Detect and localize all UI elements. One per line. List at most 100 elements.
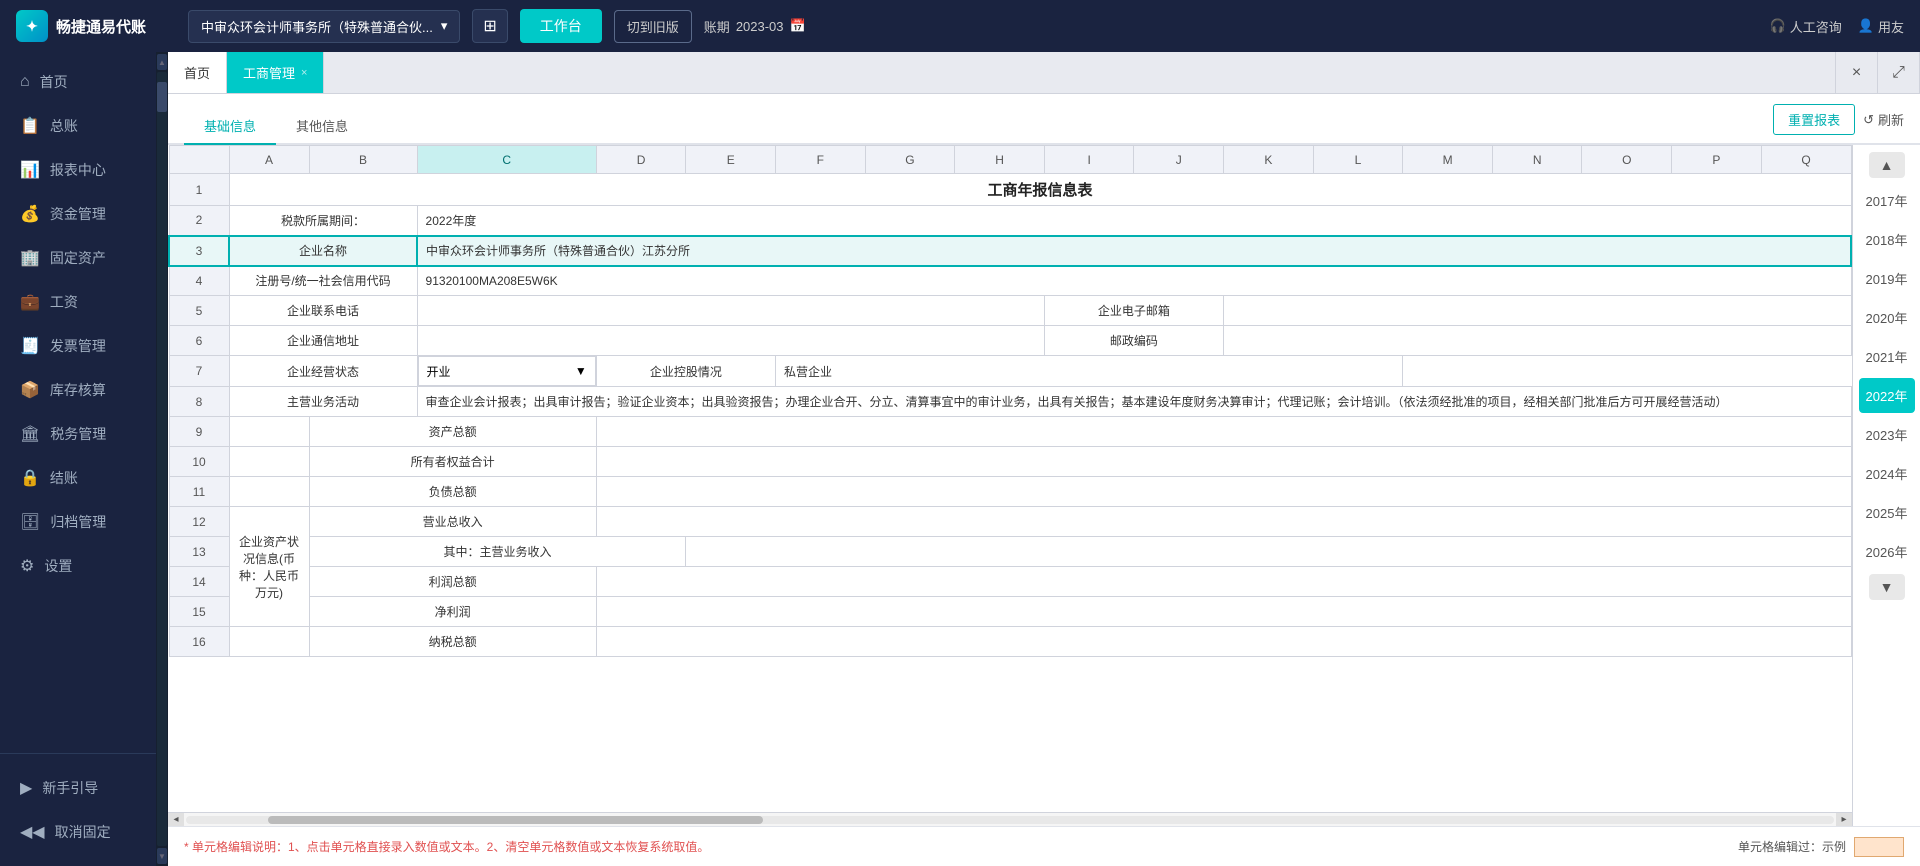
tab-close-btn[interactable]: ×: [301, 67, 307, 79]
sidebar-item-home[interactable]: ⌂ 首页: [0, 60, 168, 104]
cell-company-label[interactable]: 企业名称: [229, 236, 417, 266]
cell-email-value[interactable]: [1224, 296, 1851, 326]
cell-liability-label[interactable]: 负债总额: [309, 477, 596, 507]
cell-revenue-value[interactable]: [596, 507, 1851, 537]
sidebar-item-archive[interactable]: 🗄 归档管理: [0, 500, 168, 544]
company-icon-btn[interactable]: ⊞: [472, 9, 507, 43]
cell-netprofit-value[interactable]: [596, 597, 1851, 627]
cell-bizactivity-value[interactable]: 审查企业会计报表；出具审计报告；验证企业资本；出具验资报告；办理企业合开、分立、…: [417, 387, 1851, 417]
cell-period-label[interactable]: 税款所属期间：: [229, 206, 417, 236]
year-up-btn[interactable]: ▲: [1869, 152, 1905, 178]
scroll-left-btn[interactable]: ◂: [168, 813, 184, 827]
cell-assets-value[interactable]: [596, 417, 1851, 447]
report-title[interactable]: 工商年报信息表: [229, 174, 1851, 206]
cell-liability-value[interactable]: [596, 477, 1851, 507]
cell-16a[interactable]: [229, 627, 309, 657]
cell-profit-label[interactable]: 利润总额: [309, 567, 596, 597]
scroll-up-btn[interactable]: ▲: [157, 54, 167, 70]
year-item-2018[interactable]: 2018年: [1859, 222, 1915, 257]
scroll-right-btn[interactable]: ▸: [1836, 813, 1852, 827]
sidebar-item-asset[interactable]: 🏢 固定资产: [0, 236, 168, 280]
scroll-down-btn[interactable]: ▼: [157, 848, 167, 864]
sidebar-item-tax[interactable]: 🏛 税务管理: [0, 412, 168, 456]
tab-home[interactable]: 首页: [168, 52, 227, 93]
refresh-label: 刷新: [1878, 110, 1904, 129]
spreadsheet-container[interactable]: A B C D E F G H I J K L: [168, 145, 1852, 826]
year-item-2017[interactable]: 2017年: [1859, 183, 1915, 218]
row-num: 1: [169, 174, 229, 206]
cell-postcode-label[interactable]: 邮政编码: [1044, 326, 1223, 356]
year-item-2025[interactable]: 2025年: [1859, 495, 1915, 530]
sidebar-item-unpin[interactable]: ◀◀ 取消固定: [0, 810, 168, 854]
cell-regnum-value[interactable]: 91320100MA208E5W6K: [417, 266, 1851, 296]
tab-commerce[interactable]: 工商管理 ×: [227, 52, 324, 93]
cell-mainrev-value[interactable]: [686, 537, 1851, 567]
cell-equity-value[interactable]: [596, 447, 1851, 477]
year-item-2019[interactable]: 2019年: [1859, 261, 1915, 296]
col-header-o: O: [1582, 146, 1672, 174]
company-selector[interactable]: 中审众环会计师事务所（特殊普通合伙... ▾: [188, 10, 460, 43]
h-scrollbar[interactable]: ◂ ▸: [168, 812, 1852, 826]
cell-bizactivity-label[interactable]: 主营业务活动: [229, 387, 417, 417]
inner-page: 基础信息 其他信息 重置报表 ↺ 刷新: [168, 94, 1920, 866]
cell-11a[interactable]: [229, 477, 309, 507]
cell-phone-label[interactable]: 企业联系电话: [229, 296, 417, 326]
cell-9a[interactable]: [229, 417, 309, 447]
cell-email-label[interactable]: 企业电子邮箱: [1044, 296, 1223, 326]
cell-tax-label[interactable]: 纳税总额: [309, 627, 596, 657]
sidebar-item-close[interactable]: 🔒 结账: [0, 456, 168, 500]
sidebar-item-wage[interactable]: 💼 工资: [0, 280, 168, 324]
sidebar-item-settings[interactable]: ⚙ 设置: [0, 544, 168, 588]
cell-mainrev-label[interactable]: 其中：主营业务收入: [309, 537, 686, 567]
expand-window-btn[interactable]: ⤢: [1878, 52, 1920, 93]
user-service[interactable]: 🎧 人工咨询: [1770, 17, 1842, 36]
year-panel: ▲ 2017年 2018年 2019年 2020年 2021年 2022年 20…: [1852, 145, 1920, 826]
old-version-btn[interactable]: 切到旧版: [614, 10, 692, 43]
sidebar-item-report[interactable]: 📊 报表中心: [0, 148, 168, 192]
year-item-2021[interactable]: 2021年: [1859, 339, 1915, 374]
sidebar-item-fund[interactable]: 💰 资金管理: [0, 192, 168, 236]
close-window-btn[interactable]: ×: [1836, 52, 1878, 93]
cell-netprofit-label[interactable]: 净利润: [309, 597, 596, 627]
cell-period-value[interactable]: 2022年度: [417, 206, 1851, 236]
cell-bizstate-value[interactable]: 开业▼: [418, 356, 596, 386]
cell-address-label[interactable]: 企业通信地址: [229, 326, 417, 356]
scroll-track: [157, 72, 167, 846]
year-item-2026[interactable]: 2026年: [1859, 534, 1915, 569]
cell-financial-label[interactable]: 企业资产状况信息(币种：人民币万元): [229, 507, 309, 627]
settings-icon: ⚙: [20, 556, 34, 576]
sub-tab-other[interactable]: 其他信息: [276, 108, 368, 145]
cell-postcode-value[interactable]: [1224, 326, 1851, 356]
sidebar-item-newbie[interactable]: ▶ 新手引导: [0, 766, 168, 810]
reset-report-btn[interactable]: 重置报表: [1773, 104, 1855, 135]
cell-revenue-label[interactable]: 营业总收入: [309, 507, 596, 537]
sub-tab-basic[interactable]: 基础信息: [184, 108, 276, 145]
cell-tax-value[interactable]: [596, 627, 1851, 657]
table-row: 14 利润总额: [169, 567, 1851, 597]
calendar-icon[interactable]: 📅: [790, 18, 806, 34]
cell-10a[interactable]: [229, 447, 309, 477]
cell-profit-value[interactable]: [596, 567, 1851, 597]
year-down-btn[interactable]: ▼: [1869, 574, 1905, 600]
cell-assets-label[interactable]: 资产总额: [309, 417, 596, 447]
year-item-2022[interactable]: 2022年: [1859, 378, 1915, 413]
cell-phone-value[interactable]: [417, 296, 1044, 326]
refresh-btn[interactable]: ↺ 刷新: [1863, 110, 1904, 129]
cell-company-value[interactable]: 中审众环会计师事务所（特殊普通合伙）江苏分所: [417, 236, 1851, 266]
cell-equity-label[interactable]: 所有者权益合计: [309, 447, 596, 477]
sidebar-item-invoice[interactable]: 🧾 发票管理: [0, 324, 168, 368]
cell-ownership-label[interactable]: 企业控股情况: [596, 356, 775, 387]
sidebar-item-ledger[interactable]: 📋 总账: [0, 104, 168, 148]
year-item-2023[interactable]: 2023年: [1859, 417, 1915, 452]
cell-bizstate-label[interactable]: 企业经营状态: [229, 356, 417, 387]
cell-address-value[interactable]: [417, 326, 1044, 356]
col-header-i: I: [1044, 146, 1134, 174]
cell-regnum-label[interactable]: 注册号/统一社会信用代码: [229, 266, 417, 296]
year-item-2020[interactable]: 2020年: [1859, 300, 1915, 335]
table-row: 8 主营业务活动 审查企业会计报表；出具审计报告；验证企业资本；出具验资报告；办…: [169, 387, 1851, 417]
user-area[interactable]: 👤 用友: [1858, 17, 1904, 36]
workbench-btn[interactable]: 工作台: [520, 9, 602, 43]
cell-ownership-value[interactable]: 私营企业: [776, 356, 1403, 387]
year-item-2024[interactable]: 2024年: [1859, 456, 1915, 491]
sidebar-item-inventory[interactable]: 📦 库存核算: [0, 368, 168, 412]
